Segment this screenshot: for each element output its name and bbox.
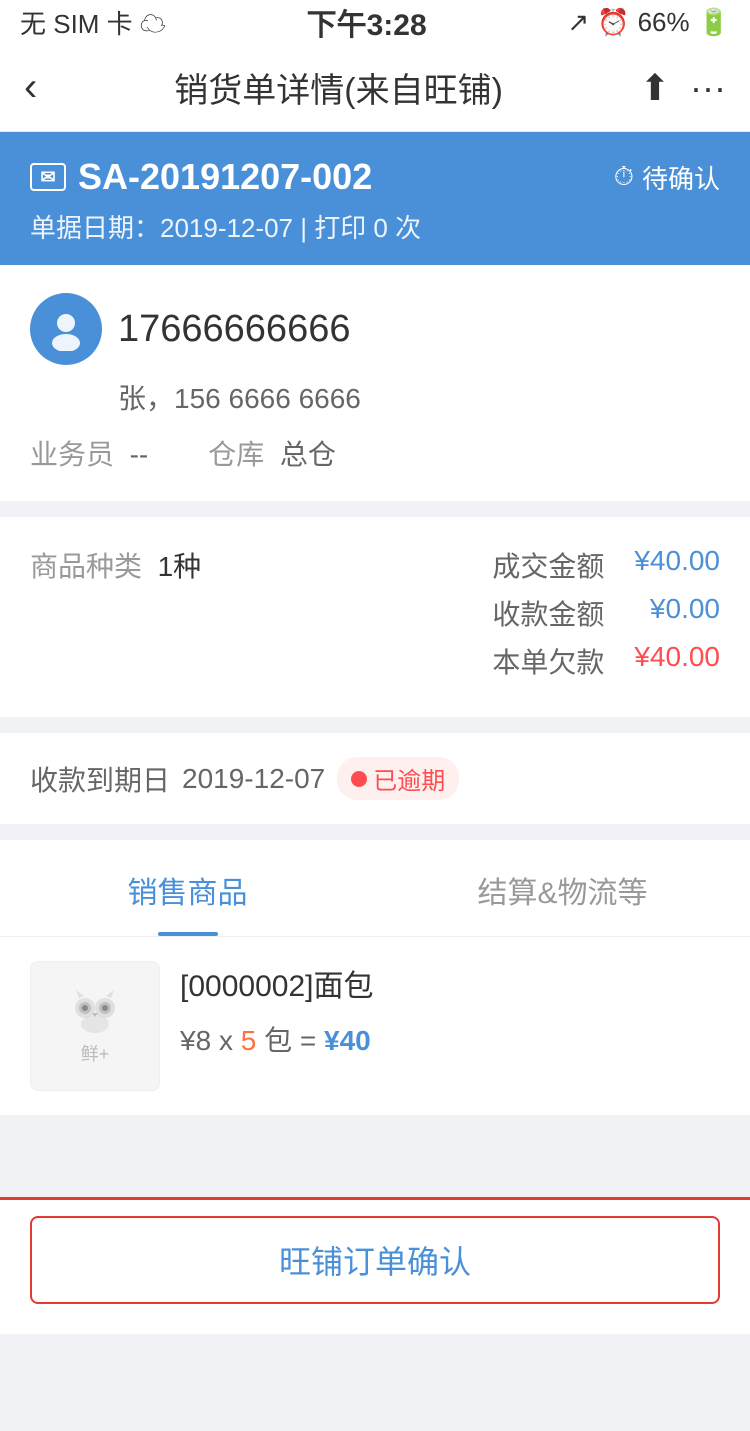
status-bar: 无 SIM 卡 ☁ 下午3:28 ↗ ⏰ 66% 🔋 [0, 0, 750, 44]
battery-icon: 🔋 [698, 7, 730, 38]
tab-settlement[interactable]: 结算&物流等 [375, 840, 750, 936]
tabs-section: 销售商品 结算&物流等 [0, 840, 750, 1115]
product-types-value: 1种 [158, 551, 202, 582]
order-id-row: ✉ SA-20191207-002 ⏱ 待确认 [30, 156, 720, 198]
overdue-text: 已逾期 [373, 761, 445, 796]
nav-icons: ⬆ ··· [640, 67, 726, 109]
order-header: ✉ SA-20191207-002 ⏱ 待确认 单据日期：2019-12-07 … [0, 132, 750, 265]
debt-label: 本单欠款 [492, 641, 604, 681]
nav-bar: ‹ 销货单详情(来自旺铺) ⬆ ··· [0, 44, 750, 132]
clock-icon: ⏱ [614, 161, 634, 193]
transaction-row: 成交金额 ¥40.00 [492, 545, 720, 585]
transaction-label: 成交金额 [492, 545, 604, 585]
alarm-icon: ⏰ [597, 7, 629, 38]
avatar [30, 293, 102, 365]
customer-phone: 17666666666 [118, 308, 350, 351]
page-title: 销货单详情(来自旺铺) [174, 63, 503, 112]
customer-name: 张，156 6666 6666 [118, 377, 720, 417]
warehouse-value: 总仓 [280, 439, 336, 470]
due-section: 收款到期日 2019-12-07 已逾期 [0, 733, 750, 824]
product-price-formula: ¥8 x 5 包 = ¥40 [180, 1019, 720, 1059]
salesperson-label: 业务员 -- [30, 433, 148, 473]
overdue-badge: 已逾期 [337, 757, 459, 800]
product-logo: 鲜+ [65, 986, 125, 1066]
overdue-dot-icon [351, 771, 367, 787]
order-status-text: 待确认 [642, 159, 720, 196]
price-value: ¥8 [180, 1025, 211, 1056]
tabs-row: 销售商品 结算&物流等 [0, 840, 750, 937]
order-icon: ✉ [30, 163, 66, 191]
bottom-bar: 旺铺订单确认 [0, 1197, 750, 1334]
location-icon: ↗ [567, 7, 589, 38]
payment-label: 收款金额 [492, 593, 604, 633]
customer-meta: 业务员 -- 仓库 总仓 [30, 433, 720, 473]
product-item: 鲜+ [0000002]面包 ¥8 x 5 包 = ¥40 [0, 937, 750, 1115]
amounts-right: 成交金额 ¥40.00 收款金额 ¥0.00 本单欠款 ¥40.00 [492, 545, 720, 689]
product-thumbnail: 鲜+ [30, 961, 160, 1091]
salesperson-value: -- [130, 439, 149, 470]
more-icon[interactable]: ··· [690, 67, 726, 109]
battery-status: 66% [638, 7, 690, 38]
logo-text: 鲜+ [81, 1040, 110, 1066]
product-quantity: 5 [241, 1025, 257, 1056]
order-date: 单据日期：2019-12-07 | 打印 0 次 [30, 208, 720, 245]
transaction-value: ¥40.00 [634, 545, 720, 585]
warehouse-label-text: 仓库 [208, 439, 264, 470]
product-unit: 包 [264, 1025, 292, 1056]
product-types: 商品种类 1种 [30, 545, 201, 585]
status-right: ↗ ⏰ 66% 🔋 [567, 7, 730, 38]
confirm-order-button[interactable]: 旺铺订单确认 [30, 1216, 720, 1304]
payment-row: 收款金额 ¥0.00 [492, 593, 720, 633]
product-info: [0000002]面包 ¥8 x 5 包 = ¥40 [180, 961, 720, 1059]
equals-sign: = [300, 1025, 324, 1056]
share-icon[interactable]: ⬆ [640, 67, 670, 109]
due-date-value: 2019-12-07 [182, 763, 325, 795]
multiply-sign: x [219, 1025, 241, 1056]
customer-row: 17666666666 [30, 293, 720, 365]
customer-section: 17666666666 张，156 6666 6666 业务员 -- 仓库 总仓 [0, 265, 750, 501]
order-id: ✉ SA-20191207-002 [30, 156, 372, 198]
warehouse-label: 仓库 总仓 [208, 433, 336, 473]
back-button[interactable]: ‹ [24, 65, 37, 110]
product-name: [0000002]面包 [180, 961, 720, 1005]
amount-section: 商品种类 1种 成交金额 ¥40.00 收款金额 ¥0.00 本单欠款 ¥40.… [0, 517, 750, 717]
product-types-label: 商品种类 [30, 551, 142, 582]
order-status: ⏱ 待确认 [614, 159, 720, 196]
debt-row: 本单欠款 ¥40.00 [492, 641, 720, 681]
product-total: ¥40 [324, 1025, 371, 1056]
debt-value: ¥40.00 [634, 641, 720, 681]
status-left: 无 SIM 卡 ☁ [20, 4, 166, 41]
sim-status: 无 SIM 卡 ☁ [20, 4, 166, 41]
status-time: 下午3:28 [307, 0, 427, 44]
salesperson-label-text: 业务员 [30, 439, 114, 470]
payment-value: ¥0.00 [650, 593, 720, 633]
tab-sales-product[interactable]: 销售商品 [0, 840, 375, 936]
order-id-text: SA-20191207-002 [78, 156, 372, 198]
due-date-label: 收款到期日 [30, 759, 170, 799]
